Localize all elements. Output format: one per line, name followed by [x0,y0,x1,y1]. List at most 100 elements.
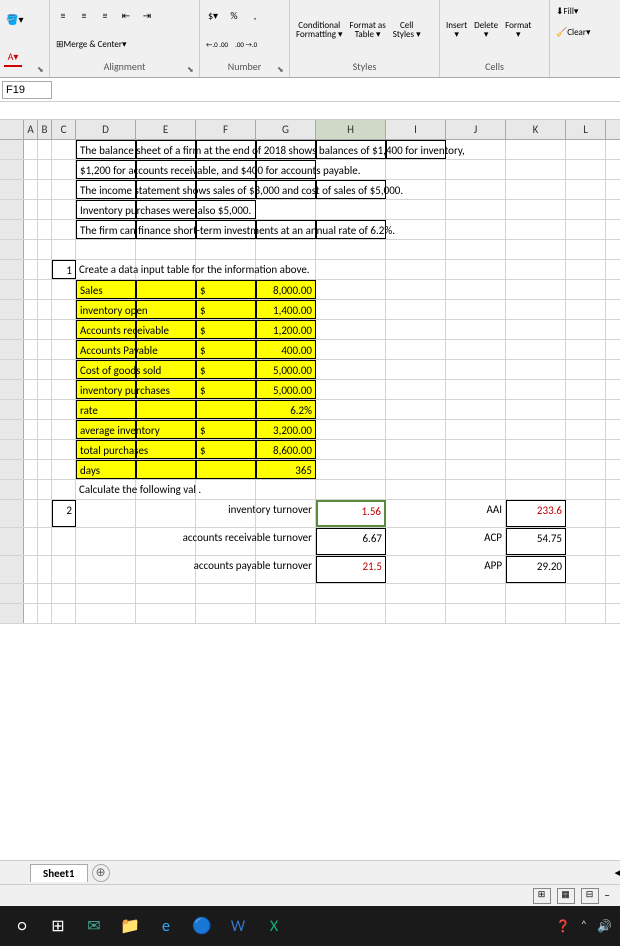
cell-invpurch-label[interactable]: inventory purchases [76,380,136,399]
cell-step1-num[interactable]: 1 [52,260,76,279]
scroll-left-icon[interactable]: ◂ [614,866,620,879]
decrease-decimal-button[interactable]: .00 →.0 [233,36,259,54]
cell-acp-value[interactable]: 54.75 [506,528,566,555]
spreadsheet-grid[interactable]: The balance sheet of a firm at the end o… [0,140,620,860]
file-explorer-icon[interactable]: 📁 [116,912,144,940]
cell-cogs-value[interactable]: 5,000.00 [256,360,316,379]
cell-days-label[interactable]: days [76,460,136,479]
font-dialog-launcher[interactable]: ⬊ [37,65,47,75]
fill-color-button[interactable]: 🪣▾ [4,11,25,29]
number-dialog-launcher[interactable]: ⬊ [277,65,287,75]
align-left-button[interactable]: ≡ [54,6,72,24]
cell-ar-value[interactable]: 1,200.00 [256,320,316,339]
cell-step2-num[interactable]: 2 [52,500,76,527]
cell-invopen-currency[interactable]: $ [196,300,256,319]
cell-rate-value[interactable]: 6.2% [256,400,316,419]
fill-button[interactable]: ⬇ Fill ▾ [554,2,580,20]
cortana-icon[interactable]: ○ [8,912,36,940]
cell-step1-text[interactable]: Create a data input table for the inform… [76,260,136,279]
volume-icon[interactable]: 🔊 [597,919,612,934]
zoom-out-button[interactable]: − [605,889,610,902]
cell-invturnover-label3[interactable]: inventory turnover [256,500,316,527]
increase-indent-button[interactable]: ⇥ [138,6,156,24]
cell-apturnover-value[interactable]: 21.5 [316,556,386,583]
word-icon[interactable]: W [224,912,252,940]
tray-chevron-icon[interactable]: ˄ [581,919,587,934]
add-sheet-button[interactable]: ⊕ [92,864,110,882]
increase-decimal-button[interactable]: ←.0 .00 [204,36,230,54]
edge-icon[interactable]: e [152,912,180,940]
cell-totpurch-value[interactable]: 8,600.00 [256,440,316,459]
currency-button[interactable]: $ ▾ [204,6,222,24]
page-layout-view-button[interactable]: ▦ [557,888,575,904]
cell-sales-label[interactable]: Sales [76,280,136,299]
col-header-h[interactable]: H [316,120,386,139]
cell-ap-currency[interactable]: $ [196,340,256,359]
cell-days-value[interactable]: 365 [256,460,316,479]
sheet-tab-sheet1[interactable]: Sheet1 [30,864,88,882]
name-box[interactable] [2,81,52,99]
page-break-view-button[interactable]: ⊟ [581,888,599,904]
cell-ap-value[interactable]: 400.00 [256,340,316,359]
clear-button[interactable]: 🧹 Clear ▾ [554,23,593,41]
cell-ap-label[interactable]: Accounts Payable [76,340,136,359]
cell-invpurch-value[interactable]: 5,000.00 [256,380,316,399]
font-color-button[interactable]: A▾ [4,49,22,67]
decrease-indent-button[interactable]: ⇤ [117,6,135,24]
col-header-l[interactable]: L [566,120,606,139]
cell-text-line5[interactable]: The firm can finance short-term investme… [76,220,136,239]
cell-ar-currency[interactable]: $ [196,320,256,339]
col-header-f[interactable]: F [196,120,256,139]
col-header-j[interactable]: J [446,120,506,139]
cell-totpurch-currency[interactable]: $ [196,440,256,459]
col-header-a[interactable]: A [24,120,38,139]
cell-text-line2[interactable]: $1,200 for accounts receivable, and $400… [76,160,136,179]
percent-button[interactable]: % [225,6,243,24]
insert-button[interactable]: Insert▾ [444,19,469,41]
cell-cogs-label[interactable]: Cost of goods sold [76,360,136,379]
col-header-g[interactable]: G [256,120,316,139]
cell-ar-label[interactable]: Accounts receivable [76,320,136,339]
normal-view-button[interactable]: ⊞ [533,888,551,904]
cell-rate-label[interactable]: rate [76,400,136,419]
cell-invturnover-label2[interactable] [196,500,256,527]
cell-sales-value[interactable]: 8,000.00 [256,280,316,299]
select-all-corner[interactable] [0,120,24,139]
task-view-icon[interactable]: ⊞ [44,912,72,940]
col-header-b[interactable]: B [38,120,52,139]
col-header-k[interactable]: K [506,120,566,139]
mail-icon[interactable]: ✉ [80,912,108,940]
format-as-table-button[interactable]: Format as Table ▾ [348,19,388,41]
cell-apturnover-label[interactable]: accounts payable turnover [256,556,316,583]
cell-avginv-label[interactable]: average inventory [76,420,136,439]
cell-avginv-currency[interactable]: $ [196,420,256,439]
cell-text-line3[interactable]: The income statement shows sales of $8,0… [76,180,136,199]
excel-icon[interactable]: X [260,912,288,940]
delete-button[interactable]: Delete▾ [472,19,500,41]
help-tray-icon[interactable]: ❓ [556,919,571,934]
cell-styles-button[interactable]: Cell Styles ▾ [391,19,423,41]
format-button[interactable]: Format▾ [503,19,533,41]
align-right-button[interactable]: ≡ [96,6,114,24]
cell-invturnover-value[interactable]: 1.56 [316,500,386,527]
comma-button[interactable]: , [246,6,264,24]
cell-cogs-currency[interactable]: $ [196,360,256,379]
cell-aai-label[interactable]: AAI [446,500,506,527]
cell-totpurch-label[interactable]: total purchases [76,440,136,459]
cell-arturnover-label[interactable]: accounts receivable turnover [256,528,316,555]
cell-invopen-label[interactable]: inventory open [76,300,136,319]
col-header-e[interactable]: E [136,120,196,139]
cell-app-label[interactable]: APP [446,556,506,583]
align-center-button[interactable]: ≡ [75,6,93,24]
cell-invopen-value[interactable]: 1,400.00 [256,300,316,319]
merge-center-button[interactable]: ⊞ Merge & Center ▾ [54,36,129,54]
col-header-d[interactable]: D [76,120,136,139]
cell-app-value[interactable]: 29.20 [506,556,566,583]
cell-invpurch-currency[interactable]: $ [196,380,256,399]
cell-text-line1[interactable]: The balance sheet of a firm at the end o… [76,140,136,159]
cell-invturnover-label[interactable] [136,500,196,527]
cell-arturnover-value[interactable]: 6.67 [316,528,386,555]
cell-acp-label[interactable]: ACP [446,528,506,555]
cell-calc-text[interactable]: Calculate the following val . [76,480,136,499]
cell-avginv-value[interactable]: 3,200.00 [256,420,316,439]
